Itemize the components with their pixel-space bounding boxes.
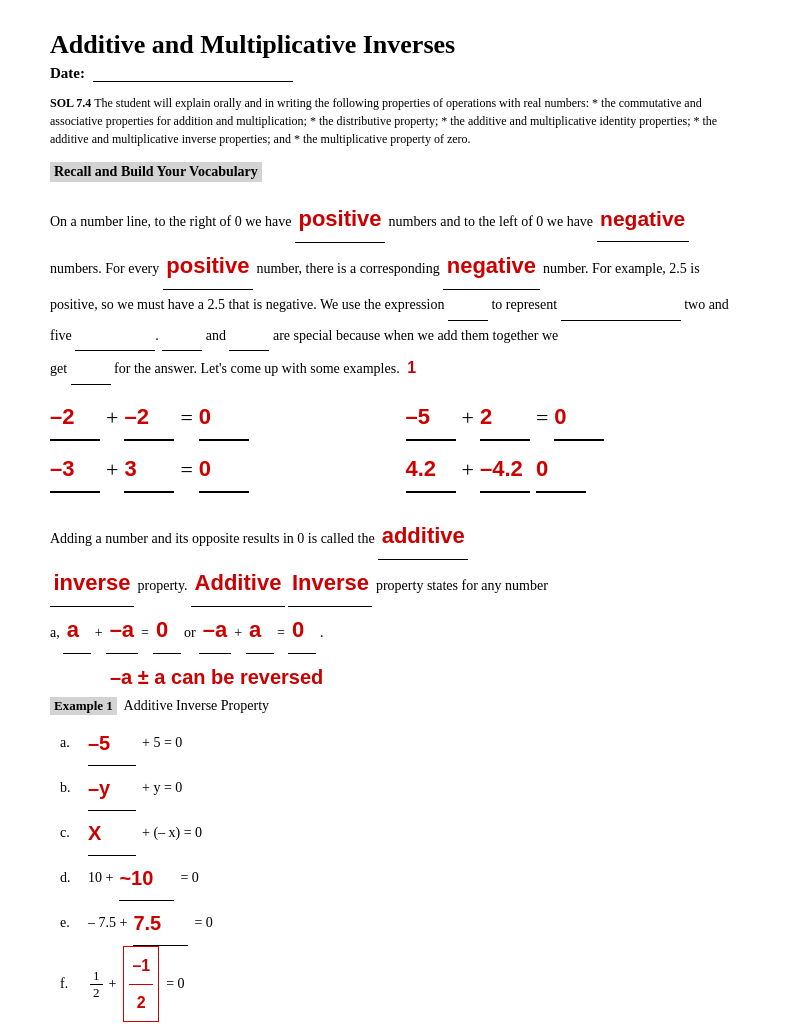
- problem-list: a. –5 + 5 = 0 b. –y + y = 0 c. X + (– x)…: [60, 721, 741, 1024]
- main-title: Additive and Multiplicative Inverses: [50, 30, 741, 60]
- blank-negative2: negative: [443, 243, 539, 290]
- additive-paragraph: Adding a number and its opposite results…: [50, 513, 741, 655]
- eq1-plus: +: [106, 396, 118, 440]
- example1-block: Example 1 Additive Inverse Property a. –…: [50, 697, 741, 1024]
- example1-title: Additive Inverse Property: [124, 698, 269, 713]
- date-line: Date:: [50, 64, 741, 82]
- page-container: Additive and Multiplicative Inverses Dat…: [50, 30, 741, 1024]
- add-text1: Adding a number and its opposite results…: [50, 531, 375, 546]
- examples-grid: –2 + –2 = 0 –5 + 2 = 0 –3 + 3 = 0: [50, 395, 741, 493]
- paragraph1: On a number line, to the right of 0 we h…: [50, 196, 741, 385]
- problem-d: d. 10 + ~10 = 0: [60, 856, 741, 901]
- big-note: –a ± a can be reversed: [110, 666, 741, 689]
- example1-header: Example 1 Additive Inverse Property: [50, 697, 741, 715]
- problem-b: b. –y + y = 0: [60, 766, 741, 811]
- example1-label: Example 1: [50, 697, 117, 715]
- problem-e: e. – 7.5 + 7.5 = 0: [60, 901, 741, 946]
- date-underline: [93, 64, 293, 82]
- blank-positive: positive: [295, 196, 385, 243]
- blank-positive2: positive: [163, 243, 253, 290]
- examples-section: –2 + –2 = 0 –5 + 2 = 0 –3 + 3 = 0: [50, 395, 741, 493]
- sol-block: SOL 7.4 The student will explain orally …: [50, 94, 741, 148]
- p1-text4: number, there is a corresponding: [256, 261, 439, 276]
- p1-text8: five: [50, 328, 72, 343]
- p1-text2: numbers and to the left of 0 we have: [389, 214, 594, 229]
- eq4: 4.2 + –4.2 0: [406, 447, 742, 493]
- p1-text3: numbers. For every: [50, 261, 159, 276]
- eq1-eq: =: [180, 396, 192, 440]
- eq2: –5 + 2 = 0: [406, 395, 742, 441]
- sol-text: The student will explain orally and in w…: [50, 96, 717, 146]
- sol-label: SOL 7.4: [50, 96, 91, 110]
- p1-text6: to represent: [491, 297, 557, 312]
- problem-f: f. 1 2 + –1 2 = 0: [60, 946, 741, 1021]
- problem-a: a. –5 + 5 = 0: [60, 721, 741, 766]
- eq3: –3 + 3 = 0: [50, 447, 386, 493]
- date-label: Date:: [50, 65, 85, 82]
- eq1: –2 + –2 = 0: [50, 395, 386, 441]
- vocab-header: Recall and Build Your Vocabulary: [50, 162, 262, 182]
- p1-text1: On a number line, to the right of 0 we h…: [50, 214, 291, 229]
- blank-negative: negative: [597, 197, 689, 242]
- eq2-plus: +: [462, 396, 474, 440]
- problem-c: c. X + (– x) = 0: [60, 811, 741, 856]
- p1-text7: two and: [684, 297, 729, 312]
